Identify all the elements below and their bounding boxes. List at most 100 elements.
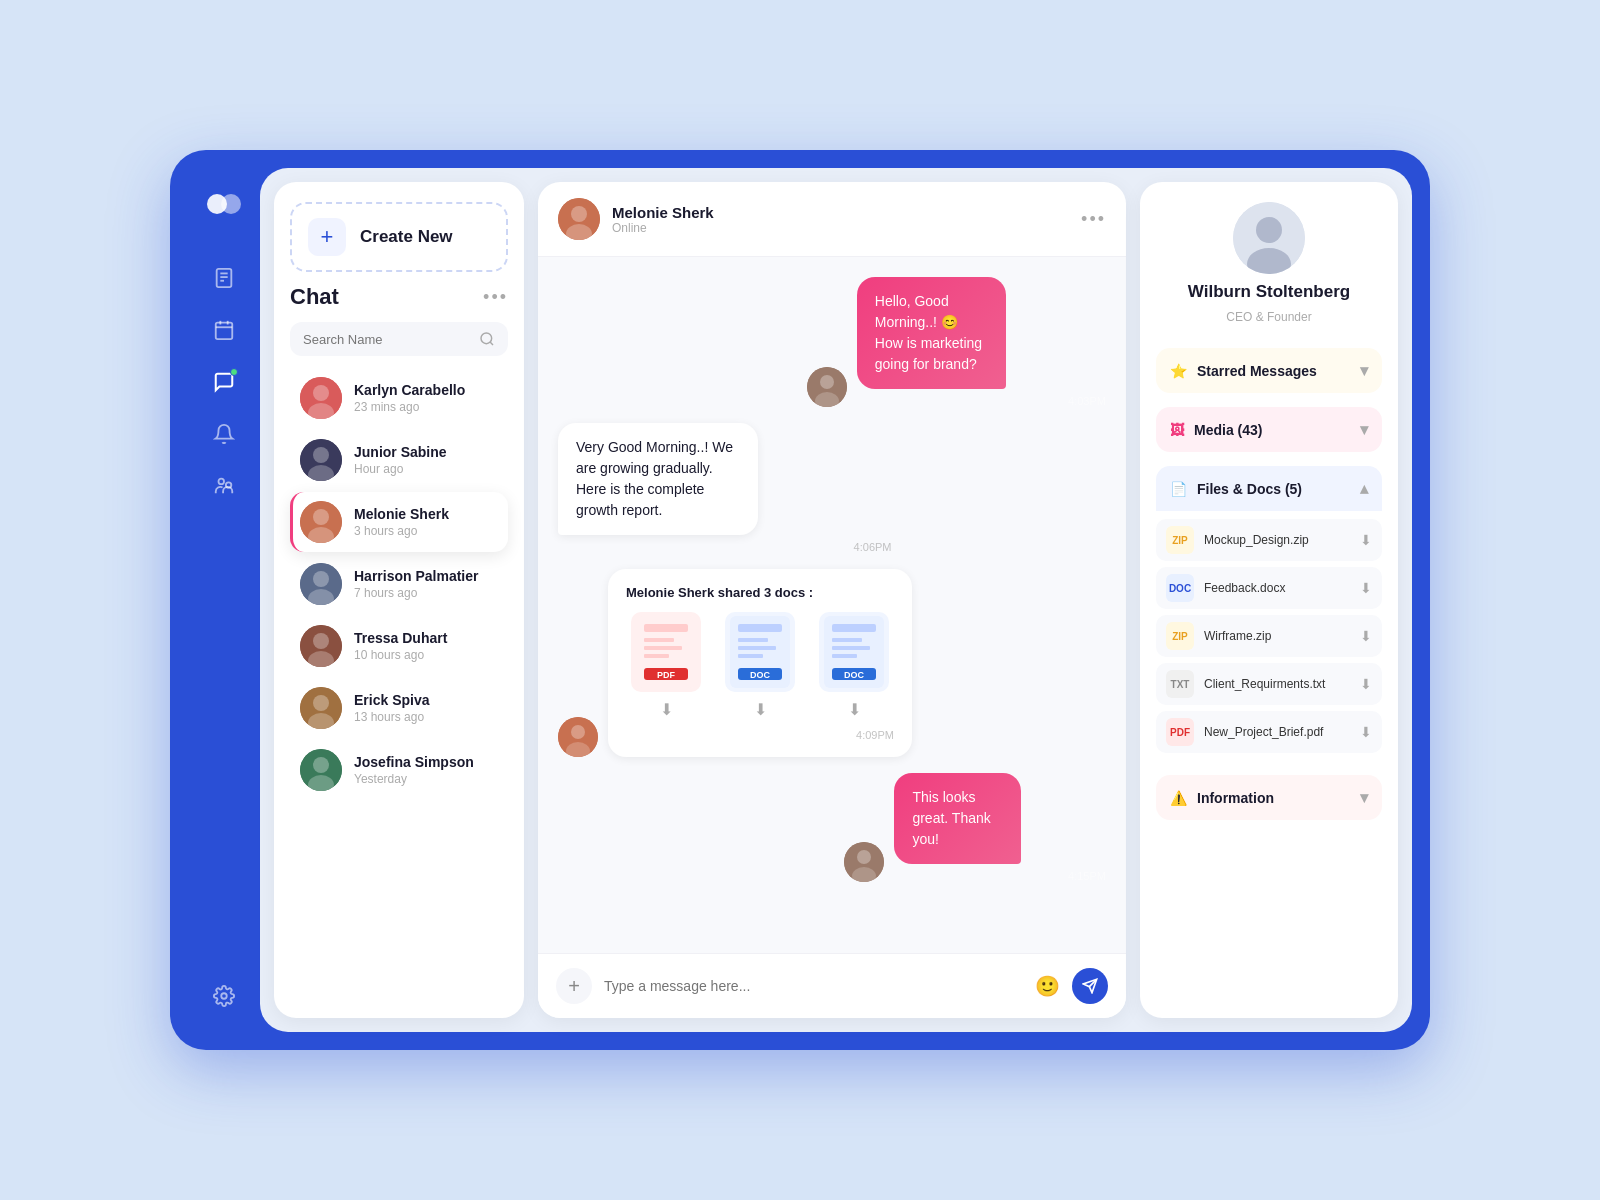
message-input[interactable] [604, 978, 1023, 994]
files-list: ZIP Mockup_Design.zip ⬇ DOC Feedback.doc… [1156, 511, 1382, 761]
svg-point-1 [221, 194, 241, 214]
contact-name: Tressa Duhart [354, 630, 498, 646]
sidebar-item-settings[interactable] [202, 974, 246, 1018]
contact-name: Josefina Simpson [354, 754, 498, 770]
chat-list-panel: + Create New Chat ••• [274, 182, 524, 1018]
contact-name: Melonie Sherk [354, 506, 498, 522]
contact-time: 13 hours ago [354, 710, 498, 724]
chat-more-button[interactable]: ••• [483, 287, 508, 308]
sidebar-item-group[interactable] [202, 464, 246, 508]
txt-icon: TXT [1166, 670, 1194, 698]
sidebar-item-notes[interactable] [202, 256, 246, 300]
sender-avatar [844, 842, 884, 882]
main-panels: + Create New Chat ••• [260, 168, 1412, 1032]
chat-title: Chat [290, 284, 339, 310]
accordion-files: 📄 Files & Docs (5) ▴ ZIP Mockup_Design.z… [1156, 466, 1382, 761]
contact-info: Karlyn Carabello 23 mins ago [354, 382, 498, 414]
download-button[interactable]: ⬇ [1360, 628, 1372, 644]
contact-info: Tressa Duhart 10 hours ago [354, 630, 498, 662]
contact-time: 10 hours ago [354, 648, 498, 662]
svg-point-10 [219, 479, 225, 485]
chat-top-name: Melonie Sherk [612, 204, 1069, 221]
contact-item[interactable]: Junior Sabine Hour ago [290, 430, 508, 490]
create-new-card[interactable]: + Create New [290, 202, 508, 272]
message-time: 4:15PM [894, 870, 1106, 882]
chat-options-button[interactable]: ••• [1081, 209, 1106, 230]
sender-avatar [558, 717, 598, 757]
accordion-files-header[interactable]: 📄 Files & Docs (5) ▴ [1156, 466, 1382, 511]
accordion-info-header[interactable]: ⚠️ Information ▾ [1156, 775, 1382, 820]
svg-rect-46 [644, 624, 688, 632]
svg-point-72 [1256, 217, 1282, 243]
download-button[interactable]: ⬇ [1360, 676, 1372, 692]
file-row: PDF New_Project_Brief.pdf ⬇ [1156, 711, 1382, 753]
svg-rect-56 [738, 654, 763, 658]
svg-line-14 [490, 342, 493, 345]
info-label: Information [1197, 790, 1350, 806]
contact-item[interactable]: Karlyn Carabello 23 mins ago [290, 368, 508, 428]
file-name: New_Project_Brief.pdf [1204, 725, 1350, 739]
docs-grid: PDF ⬇ [626, 612, 894, 719]
avatar [300, 377, 342, 419]
contact-name: Erick Spiva [354, 692, 498, 708]
sidebar-item-bell[interactable] [202, 412, 246, 456]
message-text: Hello, Good Morning..! 😊How is marketing… [857, 277, 1007, 389]
profile-avatar [1233, 202, 1305, 274]
message-text: This looks great. Thank you! [894, 773, 1021, 864]
message-bubble-received: Very Good Morning..! We are growing grad… [558, 423, 892, 553]
svg-point-19 [313, 447, 329, 463]
download-icon[interactable]: ⬇ [660, 700, 673, 719]
files-label: Files & Docs (5) [1197, 481, 1350, 497]
chat-header: Chat ••• [290, 284, 508, 310]
svg-point-67 [857, 850, 871, 864]
chat-messages: Hello, Good Morning..! 😊How is marketing… [538, 257, 1126, 953]
message-text: Very Good Morning..! We are growing grad… [558, 423, 758, 535]
contact-item[interactable]: Harrison Palmatier 7 hours ago [290, 554, 508, 614]
sidebar-item-calendar[interactable] [202, 308, 246, 352]
svg-rect-62 [832, 646, 870, 650]
contact-item[interactable]: Josefina Simpson Yesterday [290, 740, 508, 800]
download-button[interactable]: ⬇ [1360, 580, 1372, 596]
contact-info: Harrison Palmatier 7 hours ago [354, 568, 498, 600]
doc-item: DOC ⬇ [814, 612, 894, 719]
contact-item[interactable]: Tressa Duhart 10 hours ago [290, 616, 508, 676]
accordion-media-header[interactable]: 🖼 Media (43) ▾ [1156, 407, 1382, 452]
download-button[interactable]: ⬇ [1360, 532, 1372, 548]
contact-time: Yesterday [354, 772, 498, 786]
add-attachment-button[interactable]: + [556, 968, 592, 1004]
app-logo[interactable] [202, 182, 246, 226]
contact-time: 3 hours ago [354, 524, 498, 538]
accordion-info: ⚠️ Information ▾ [1156, 775, 1382, 820]
sidebar-item-chat[interactable] [202, 360, 246, 404]
svg-point-13 [481, 333, 492, 344]
contact-info: Josefina Simpson Yesterday [354, 754, 498, 786]
files-icon: 📄 [1170, 481, 1187, 497]
contact-item[interactable]: Erick Spiva 13 hours ago [290, 678, 508, 738]
docs-card: Melonie Sherk shared 3 docs : [608, 569, 912, 757]
profile-section: Wilburn Stoltenberg CEO & Founder [1156, 202, 1382, 334]
send-button[interactable] [1072, 968, 1108, 1004]
svg-point-16 [313, 385, 329, 401]
contact-time: 23 mins ago [354, 400, 498, 414]
emoji-button[interactable]: 🙂 [1035, 974, 1060, 998]
create-new-label: Create New [360, 227, 453, 247]
svg-point-40 [820, 375, 834, 389]
download-button[interactable]: ⬇ [1360, 724, 1372, 740]
contact-info: Melonie Sherk 3 hours ago [354, 506, 498, 538]
contact-info: Junior Sabine Hour ago [354, 444, 498, 476]
file-row: ZIP Mockup_Design.zip ⬇ [1156, 519, 1382, 561]
svg-rect-48 [644, 646, 682, 650]
chevron-up-icon: ▴ [1360, 479, 1368, 498]
message-time: 4:09PM [626, 729, 894, 741]
accordion-starred-header[interactable]: ⭐ Starred Messages ▾ [1156, 348, 1382, 393]
download-icon[interactable]: ⬇ [754, 700, 767, 719]
search-input[interactable] [303, 332, 471, 347]
contact-time: 7 hours ago [354, 586, 498, 600]
message-time: 4:03PM [857, 395, 1106, 407]
file-name: Client_Requirments.txt [1204, 677, 1350, 691]
download-icon[interactable]: ⬇ [848, 700, 861, 719]
contact-item-active[interactable]: Melonie Sherk 3 hours ago [290, 492, 508, 552]
svg-text:DOC: DOC [844, 670, 865, 680]
notification-dot [230, 368, 238, 376]
accordion-media: 🖼 Media (43) ▾ [1156, 407, 1382, 452]
